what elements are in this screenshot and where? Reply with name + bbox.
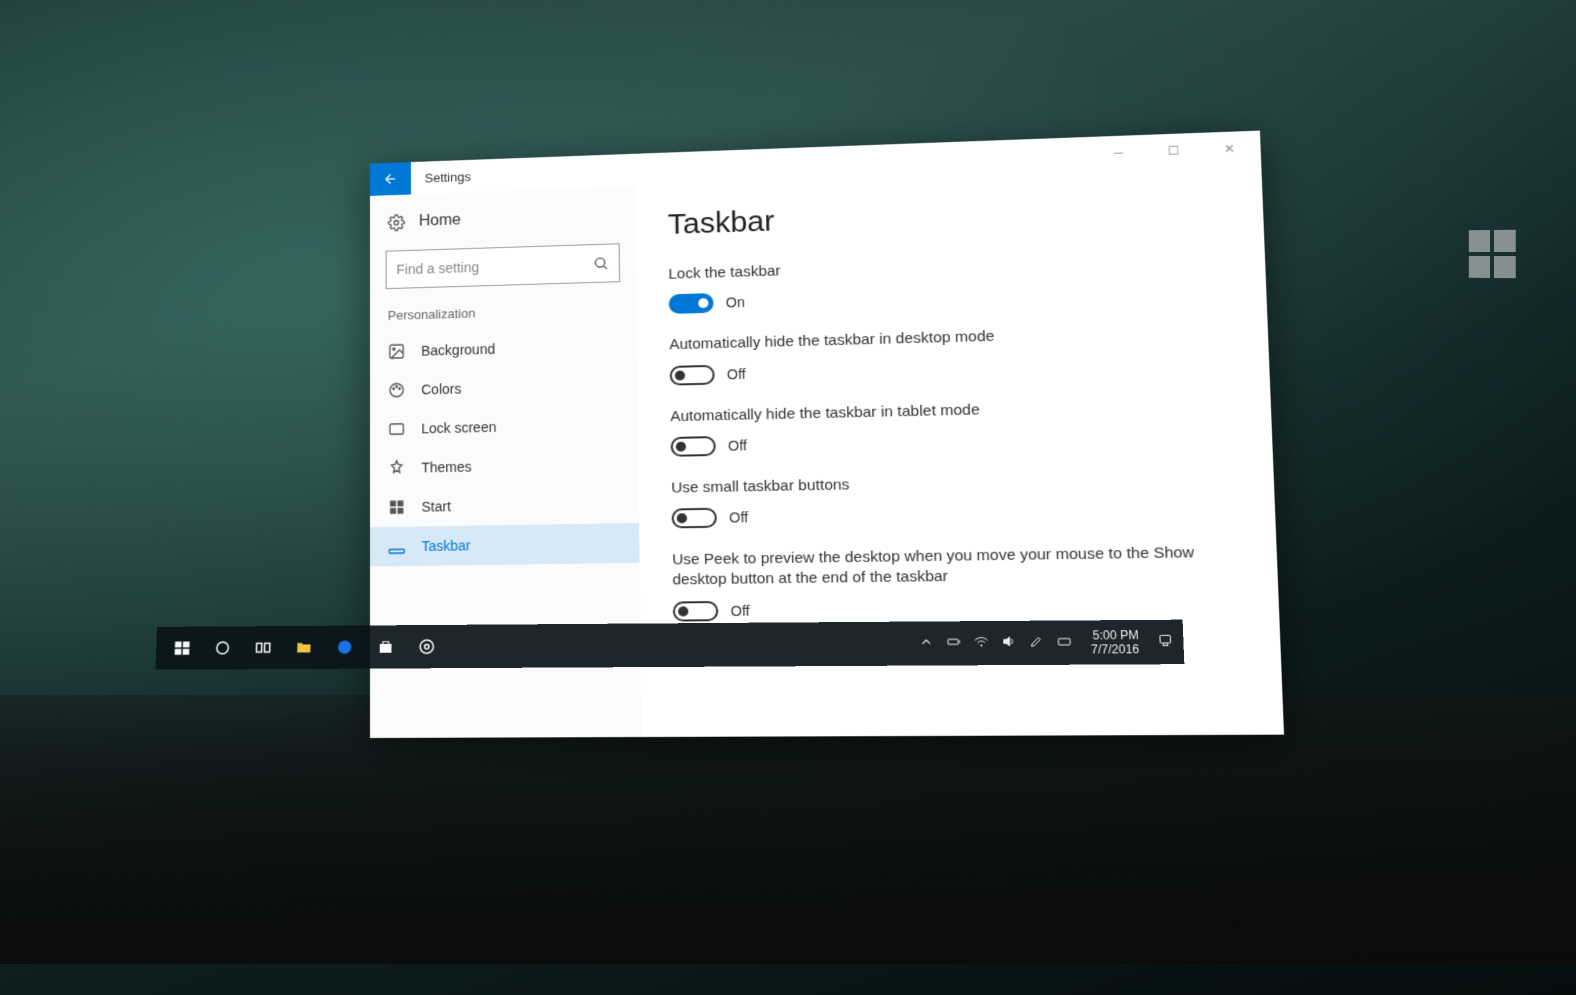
window-controls: ─ ☐ ✕ (1094, 133, 1262, 169)
tray-keyboard-icon[interactable] (1057, 634, 1073, 652)
edge-icon (336, 638, 354, 656)
sidebar-item-label: Background (421, 341, 495, 358)
tray-battery-icon[interactable] (946, 634, 962, 652)
sidebar-item-label: Themes (421, 459, 471, 476)
start-button[interactable] (161, 629, 203, 668)
taskbar-app-store[interactable] (365, 627, 407, 667)
search-box[interactable] (386, 243, 620, 289)
tray-pen-icon[interactable] (1029, 634, 1045, 652)
back-button[interactable] (370, 162, 411, 196)
minimize-button[interactable]: ─ (1094, 137, 1144, 168)
setting-label: Automatically hide the taskbar in tablet… (670, 394, 1236, 427)
sidebar-item-label: Taskbar (422, 537, 471, 554)
taskbar-app-explorer[interactable] (283, 628, 325, 667)
circle-icon (214, 639, 232, 657)
home-nav[interactable]: Home (370, 194, 636, 249)
maximize-button[interactable]: ☐ (1149, 135, 1199, 167)
sidebar-item-start[interactable]: Start (370, 483, 639, 527)
clock-date: 7/7/2016 (1091, 642, 1140, 657)
arrow-left-icon (383, 171, 399, 187)
task-view-button[interactable] (242, 628, 284, 667)
tray-volume-icon[interactable] (1001, 634, 1017, 652)
sidebar-item-lock-screen[interactable]: Lock screen (370, 404, 638, 449)
window-title: Settings (411, 169, 471, 185)
clock-time: 5:00 PM (1090, 628, 1139, 643)
sidebar-item-label: Start (421, 498, 450, 514)
cortana-button[interactable] (202, 628, 244, 667)
sidebar-item-label: Colors (421, 381, 461, 398)
toggle-small-buttons[interactable] (672, 508, 717, 529)
toggle-lock-taskbar[interactable] (669, 293, 714, 314)
tray-chevron-icon[interactable] (919, 634, 935, 652)
device-windows-logo (1468, 230, 1516, 278)
system-tray: 5:00 PM 7/7/2016 (919, 627, 1184, 658)
themes-icon (388, 459, 406, 477)
task-view-icon (254, 639, 272, 657)
toggle-autohide-tablet[interactable] (671, 436, 716, 457)
start-icon (388, 498, 406, 516)
setting-label: Use Peek to preview the desktop when you… (672, 542, 1243, 591)
toggle-state: Off (728, 437, 747, 453)
setting-label: Lock the taskbar (668, 248, 1231, 285)
gear-icon (388, 214, 406, 232)
lock-screen-icon (388, 420, 406, 438)
store-icon (377, 638, 395, 656)
sidebar-item-background[interactable]: Background (370, 326, 637, 372)
toggle-autohide-desktop[interactable] (670, 364, 715, 385)
sidebar-item-label: Lock screen (421, 419, 496, 436)
home-label: Home (419, 212, 461, 231)
search-icon (593, 255, 609, 271)
taskbar-app-settings[interactable] (406, 627, 448, 667)
sidebar-item-colors[interactable]: Colors (370, 365, 638, 410)
taskbar-app-edge[interactable] (324, 627, 366, 666)
tray-action-center-icon[interactable] (1157, 633, 1173, 651)
setting-autohide-tablet: Automatically hide the taskbar in tablet… (670, 394, 1237, 456)
setting-lock-taskbar: Lock the taskbar On (668, 248, 1232, 314)
gear-icon (418, 638, 436, 656)
sidebar-item-taskbar[interactable]: Taskbar (370, 523, 640, 567)
toggle-state: Off (727, 366, 746, 382)
folder-icon (295, 639, 313, 657)
tray-wifi-icon[interactable] (974, 634, 990, 652)
setting-peek: Use Peek to preview the desktop when you… (672, 542, 1244, 621)
sidebar-item-themes[interactable]: Themes (370, 444, 639, 488)
search-input[interactable] (396, 256, 592, 278)
toggle-peek[interactable] (673, 600, 719, 621)
toggle-state: Off (729, 509, 748, 525)
palette-icon (388, 381, 406, 399)
page-title: Taskbar (668, 190, 1230, 242)
setting-label: Automatically hide the taskbar in deskto… (669, 321, 1233, 356)
system-taskbar: 5:00 PM 7/7/2016 (155, 620, 1184, 670)
taskbar-icon (388, 537, 406, 555)
taskbar-clock[interactable]: 5:00 PM 7/7/2016 (1084, 628, 1146, 657)
toggle-state: On (726, 294, 745, 310)
setting-small-buttons: Use small taskbar buttons Off (671, 468, 1240, 528)
toggle-state: Off (730, 602, 749, 618)
windows-icon (173, 639, 191, 657)
setting-label: Use small taskbar buttons (671, 468, 1239, 499)
picture-icon (388, 343, 406, 361)
close-button[interactable]: ✕ (1204, 133, 1255, 165)
setting-autohide-desktop: Automatically hide the taskbar in deskto… (669, 321, 1235, 385)
